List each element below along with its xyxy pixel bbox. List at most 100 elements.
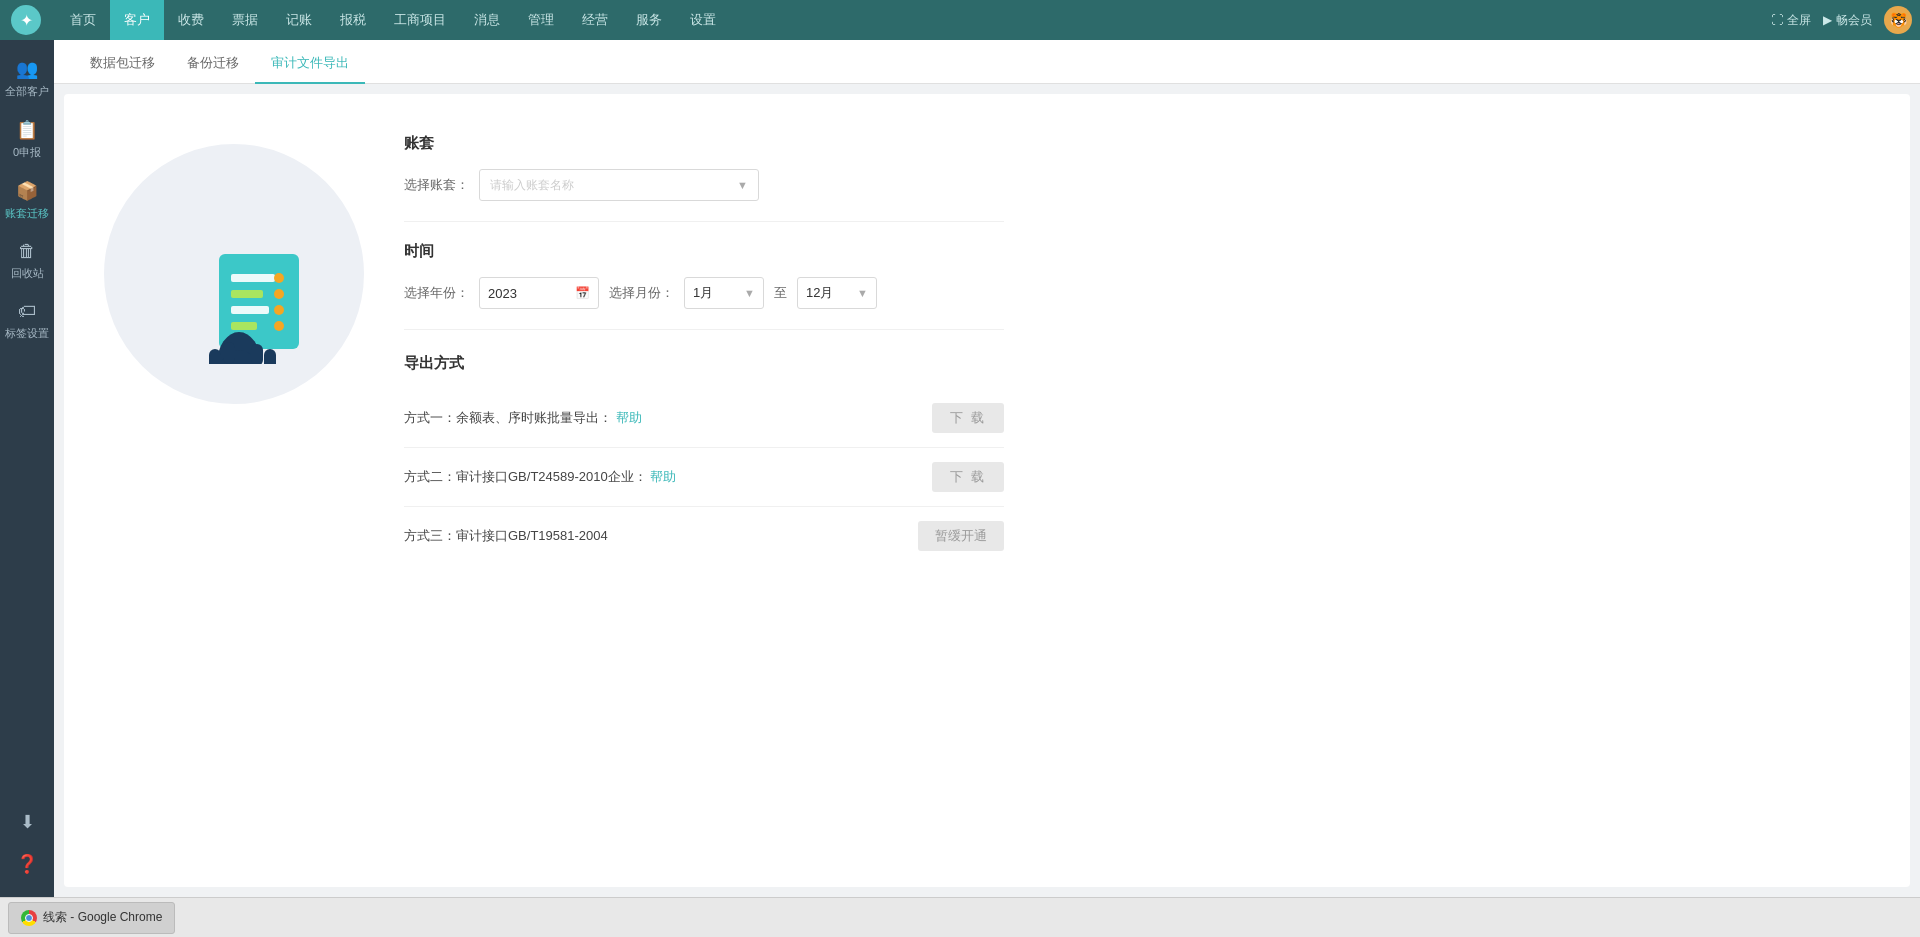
illustration-svg bbox=[144, 184, 324, 364]
download-icon: ⬇ bbox=[20, 811, 35, 833]
nav-item-invoice[interactable]: 票据 bbox=[218, 0, 272, 40]
migrate-icon: 📦 bbox=[16, 180, 38, 202]
app-logo: ✦ bbox=[8, 2, 44, 38]
tab-audit-export[interactable]: 审计文件导出 bbox=[255, 44, 365, 84]
svg-rect-1 bbox=[231, 274, 275, 282]
export-method-1-help[interactable]: 帮助 bbox=[616, 410, 642, 425]
export-method-1: 方式一：余额表、序时账批量导出： 帮助 下 载 bbox=[404, 389, 1004, 448]
divider-1 bbox=[404, 221, 1004, 222]
export-method-2-text: 方式二：审计接口GB/T24589-2010企业： bbox=[404, 469, 647, 484]
sidebar: 👥 全部客户 📋 0申报 📦 账套迁移 🗑 回收站 🏷 标签设置 ⬇ ❓ bbox=[0, 40, 54, 897]
nav-item-manage[interactable]: 管理 bbox=[514, 0, 568, 40]
nav-item-tax[interactable]: 报税 bbox=[326, 0, 380, 40]
account-row: 选择账套： 请输入账套名称 ▼ bbox=[404, 169, 1004, 201]
sidebar-item-label: 0申报 bbox=[13, 145, 41, 160]
taskbar-item-label: 线索 - Google Chrome bbox=[43, 909, 162, 926]
month-start-select[interactable]: 1月 ▼ bbox=[684, 277, 764, 309]
nav-items: 首页 客户 收费 票据 记账 报税 工商项目 消息 管理 经营 服务 设置 bbox=[56, 0, 1771, 40]
video-icon: ▶ bbox=[1823, 13, 1832, 27]
sidebar-item-label: 标签设置 bbox=[5, 326, 49, 341]
to-label: 至 bbox=[774, 284, 787, 302]
user-avatar[interactable]: 🐯 bbox=[1884, 6, 1912, 34]
nav-item-customer[interactable]: 客户 bbox=[110, 0, 164, 40]
nav-item-fee[interactable]: 收费 bbox=[164, 0, 218, 40]
recycle-icon: 🗑 bbox=[18, 241, 36, 262]
svg-point-5 bbox=[274, 273, 284, 283]
account-placeholder: 请输入账套名称 bbox=[490, 177, 574, 194]
year-label: 选择年份： bbox=[404, 284, 469, 302]
main-container: 账套 选择账套： 请输入账套名称 ▼ 时间 选择年份： bbox=[104, 124, 1870, 565]
chevron-down-icon: ▼ bbox=[857, 287, 868, 299]
taskbar-chrome-item[interactable]: 线索 - Google Chrome bbox=[8, 902, 175, 934]
time-inputs: 2023 📅 选择月份： 1月 ▼ 至 12月 ▼ bbox=[479, 277, 877, 309]
export-method-2-help[interactable]: 帮助 bbox=[650, 469, 676, 484]
time-section-title: 时间 bbox=[404, 242, 1004, 261]
tab-bar: 数据包迁移 备份迁移 审计文件导出 bbox=[54, 40, 1920, 84]
sidebar-item-label: 回收站 bbox=[11, 266, 44, 281]
member-button[interactable]: ▶ 畅会员 bbox=[1823, 12, 1872, 29]
nav-item-home[interactable]: 首页 bbox=[56, 0, 110, 40]
nav-item-bookkeep[interactable]: 记账 bbox=[272, 0, 326, 40]
divider-2 bbox=[404, 329, 1004, 330]
sidebar-item-account-migrate[interactable]: 📦 账套迁移 bbox=[0, 170, 54, 231]
sidebar-item-tag-settings[interactable]: 🏷 标签设置 bbox=[0, 291, 54, 351]
month-end-value: 12月 bbox=[806, 284, 833, 302]
form-area: 账套 选择账套： 请输入账套名称 ▼ 时间 选择年份： bbox=[404, 124, 1004, 565]
illustration bbox=[104, 144, 364, 404]
tab-backup-migrate[interactable]: 备份迁移 bbox=[171, 44, 255, 84]
month-end-select[interactable]: 12月 ▼ bbox=[797, 277, 877, 309]
svg-point-8 bbox=[274, 321, 284, 331]
year-input[interactable]: 2023 📅 bbox=[479, 277, 599, 309]
svg-point-6 bbox=[274, 289, 284, 299]
page-content: 账套 选择账套： 请输入账套名称 ▼ 时间 选择年份： bbox=[64, 94, 1910, 887]
tag-icon: 🏷 bbox=[18, 301, 36, 322]
sidebar-item-help[interactable]: ❓ bbox=[0, 843, 54, 885]
nav-item-business[interactable]: 工商项目 bbox=[380, 0, 460, 40]
export-section-title: 导出方式 bbox=[404, 354, 1004, 373]
declare-icon: 📋 bbox=[16, 119, 38, 141]
export-method-1-label: 方式一：余额表、序时账批量导出： 帮助 bbox=[404, 409, 642, 427]
main-layout: 👥 全部客户 📋 0申报 📦 账套迁移 🗑 回收站 🏷 标签设置 ⬇ ❓ bbox=[0, 40, 1920, 897]
sidebar-item-zero-declare[interactable]: 📋 0申报 bbox=[0, 109, 54, 170]
logo-icon: ✦ bbox=[11, 5, 41, 35]
sidebar-item-all-customers[interactable]: 👥 全部客户 bbox=[0, 48, 54, 109]
export-method-3-button[interactable]: 暂缓开通 bbox=[918, 521, 1004, 551]
sidebar-item-download[interactable]: ⬇ bbox=[0, 801, 54, 843]
year-value: 2023 bbox=[488, 286, 517, 301]
nav-item-operation[interactable]: 经营 bbox=[568, 0, 622, 40]
taskbar: 线索 - Google Chrome bbox=[0, 897, 1920, 937]
sidebar-item-recycle[interactable]: 🗑 回收站 bbox=[0, 231, 54, 291]
export-method-2-button[interactable]: 下 载 bbox=[932, 462, 1004, 492]
chevron-down-icon: ▼ bbox=[744, 287, 755, 299]
nav-item-message[interactable]: 消息 bbox=[460, 0, 514, 40]
chevron-down-icon: ▼ bbox=[737, 179, 748, 191]
chrome-icon bbox=[21, 910, 37, 926]
month-start-value: 1月 bbox=[693, 284, 713, 302]
fullscreen-icon: ⛶ bbox=[1771, 13, 1783, 27]
export-method-3-text: 方式三：审计接口GB/T19581-2004 bbox=[404, 528, 608, 543]
export-method-3: 方式三：审计接口GB/T19581-2004 暂缓开通 bbox=[404, 507, 1004, 565]
svg-rect-11 bbox=[209, 349, 221, 364]
account-label: 选择账套： bbox=[404, 176, 469, 194]
account-section-title: 账套 bbox=[404, 134, 1004, 153]
account-select[interactable]: 请输入账套名称 ▼ bbox=[479, 169, 759, 201]
calendar-icon: 📅 bbox=[575, 286, 590, 300]
sidebar-item-label: 全部客户 bbox=[5, 84, 49, 99]
member-label: 畅会员 bbox=[1836, 12, 1872, 29]
tab-data-migrate[interactable]: 数据包迁移 bbox=[74, 44, 171, 84]
nav-item-settings[interactable]: 设置 bbox=[676, 0, 730, 40]
sidebar-bottom: ⬇ ❓ bbox=[0, 801, 54, 897]
nav-item-service[interactable]: 服务 bbox=[622, 0, 676, 40]
svg-rect-14 bbox=[264, 349, 276, 364]
svg-rect-13 bbox=[251, 344, 263, 364]
time-row: 选择年份： 2023 📅 选择月份： 1月 ▼ 至 bbox=[404, 277, 1004, 309]
customers-icon: 👥 bbox=[16, 58, 38, 80]
export-method-2: 方式二：审计接口GB/T24589-2010企业： 帮助 下 载 bbox=[404, 448, 1004, 507]
export-method-3-label: 方式三：审计接口GB/T19581-2004 bbox=[404, 527, 608, 545]
export-method-1-button[interactable]: 下 载 bbox=[932, 403, 1004, 433]
svg-rect-2 bbox=[231, 290, 263, 298]
fullscreen-button[interactable]: ⛶ 全屏 bbox=[1771, 12, 1811, 29]
fullscreen-label: 全屏 bbox=[1787, 12, 1811, 29]
month-label: 选择月份： bbox=[609, 284, 674, 302]
svg-rect-12 bbox=[223, 342, 235, 364]
